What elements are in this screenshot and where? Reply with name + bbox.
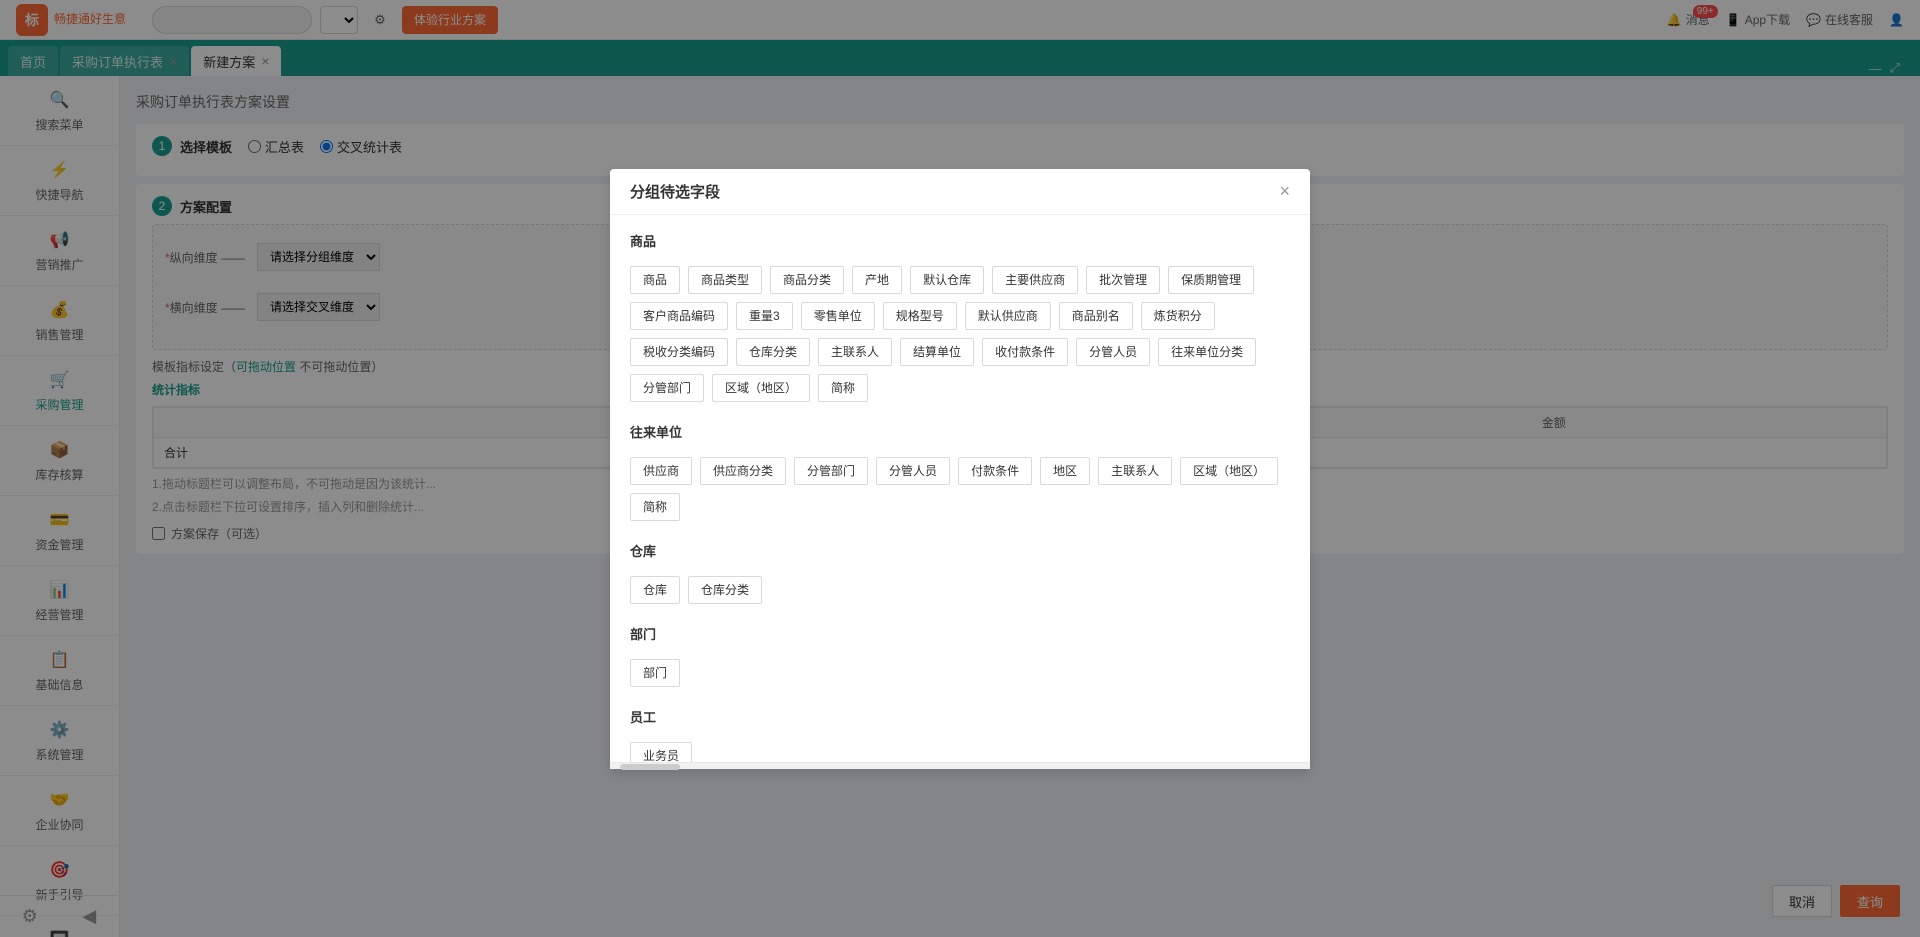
field-tag-manager-contacts[interactable]: 分管人员 bbox=[876, 457, 950, 485]
modal-overlay: 分组待选字段 × 商品 商品 商品类型 商品分类 产地 默认仓库 主要供应商 批… bbox=[0, 0, 1920, 937]
field-tag-customer-goods-code[interactable]: 客户商品编码 bbox=[630, 302, 728, 330]
modal-h-scrollbar-thumb bbox=[620, 764, 680, 770]
section-goods: 商品 商品 商品类型 商品分类 产地 默认仓库 主要供应商 批次管理 保质期管理… bbox=[630, 231, 1290, 402]
field-tag-payment-terms[interactable]: 收付款条件 bbox=[982, 338, 1068, 366]
field-tag-abbr-contacts[interactable]: 简称 bbox=[630, 493, 680, 521]
section-contacts-title: 往来单位 bbox=[630, 422, 1290, 447]
field-tag-spec-model[interactable]: 规格型号 bbox=[883, 302, 957, 330]
field-tag-expiry-mgmt[interactable]: 保质期管理 bbox=[1168, 266, 1254, 294]
field-tag-tax-code[interactable]: 税收分类编码 bbox=[630, 338, 728, 366]
field-tag-region-contacts[interactable]: 地区 bbox=[1040, 457, 1090, 485]
field-tag-goods-type[interactable]: 商品类型 bbox=[688, 266, 762, 294]
field-tag-supplier[interactable]: 供应商 bbox=[630, 457, 692, 485]
field-tag-origin[interactable]: 产地 bbox=[852, 266, 902, 294]
field-tag-default-warehouse[interactable]: 默认仓库 bbox=[910, 266, 984, 294]
modal-h-scrollbar[interactable] bbox=[610, 762, 1310, 768]
field-tag-main-contact2[interactable]: 主联系人 bbox=[1098, 457, 1172, 485]
section-dept: 部门 部门 bbox=[630, 624, 1290, 687]
field-tag-area-contacts[interactable]: 区域（地区） bbox=[1180, 457, 1278, 485]
field-tag-warehouse[interactable]: 仓库 bbox=[630, 576, 680, 604]
field-tag-dept[interactable]: 部门 bbox=[630, 659, 680, 687]
field-tag-supplier-category[interactable]: 供应商分类 bbox=[700, 457, 786, 485]
field-tag-warehouse-cat[interactable]: 仓库分类 bbox=[688, 576, 762, 604]
field-tag-goods[interactable]: 商品 bbox=[630, 266, 680, 294]
section-staff: 员工 业务员 bbox=[630, 707, 1290, 763]
field-tag-contact-unit-category[interactable]: 往来单位分类 bbox=[1158, 338, 1256, 366]
staff-field-tags: 业务员 bbox=[630, 742, 1290, 763]
goods-field-tags: 商品 商品类型 商品分类 产地 默认仓库 主要供应商 批次管理 保质期管理 客户… bbox=[630, 266, 1290, 402]
field-tag-main-contact[interactable]: 主联系人 bbox=[818, 338, 892, 366]
modal-close-btn[interactable]: × bbox=[1279, 182, 1290, 200]
section-goods-title: 商品 bbox=[630, 231, 1290, 256]
field-tag-default-supplier[interactable]: 默认供应商 bbox=[965, 302, 1051, 330]
section-warehouse: 仓库 仓库 仓库分类 bbox=[630, 541, 1290, 604]
field-tag-batch-mgmt[interactable]: 批次管理 bbox=[1086, 266, 1160, 294]
dept-field-tags: 部门 bbox=[630, 659, 1290, 687]
field-tag-goods-alias[interactable]: 商品别名 bbox=[1059, 302, 1133, 330]
warehouse-field-tags: 仓库 仓库分类 bbox=[630, 576, 1290, 604]
section-warehouse-title: 仓库 bbox=[630, 541, 1290, 566]
field-tag-main-supplier[interactable]: 主要供应商 bbox=[992, 266, 1078, 294]
field-tag-weight3[interactable]: 重量3 bbox=[736, 302, 793, 330]
field-tag-retail-unit[interactable]: 零售单位 bbox=[801, 302, 875, 330]
section-contacts: 往来单位 供应商 供应商分类 分管部门 分管人员 付款条件 地区 主联系人 区域… bbox=[630, 422, 1290, 521]
modal-body: 商品 商品 商品类型 商品分类 产地 默认仓库 主要供应商 批次管理 保质期管理… bbox=[610, 215, 1310, 763]
section-staff-title: 员工 bbox=[630, 707, 1290, 732]
field-tag-lian-goods-pts[interactable]: 炼货积分 bbox=[1141, 302, 1215, 330]
modal-header: 分组待选字段 × bbox=[610, 169, 1310, 215]
contacts-field-tags: 供应商 供应商分类 分管部门 分管人员 付款条件 地区 主联系人 区域（地区） … bbox=[630, 457, 1290, 521]
field-tag-abbr-goods[interactable]: 简称 bbox=[818, 374, 868, 402]
field-tag-dept-contacts[interactable]: 分管部门 bbox=[794, 457, 868, 485]
section-dept-title: 部门 bbox=[630, 624, 1290, 649]
field-tag-manager[interactable]: 分管人员 bbox=[1076, 338, 1150, 366]
modal-title: 分组待选字段 bbox=[630, 181, 720, 202]
field-tag-goods-category[interactable]: 商品分类 bbox=[770, 266, 844, 294]
field-tag-dept-managed[interactable]: 分管部门 bbox=[630, 374, 704, 402]
field-select-modal: 分组待选字段 × 商品 商品 商品类型 商品分类 产地 默认仓库 主要供应商 批… bbox=[610, 169, 1310, 769]
field-tag-settlement-unit[interactable]: 结算单位 bbox=[900, 338, 974, 366]
field-tag-salesperson[interactable]: 业务员 bbox=[630, 742, 692, 763]
field-tag-region-goods[interactable]: 区域（地区） bbox=[712, 374, 810, 402]
field-tag-payment-cond[interactable]: 付款条件 bbox=[958, 457, 1032, 485]
field-tag-warehouse-category[interactable]: 仓库分类 bbox=[736, 338, 810, 366]
